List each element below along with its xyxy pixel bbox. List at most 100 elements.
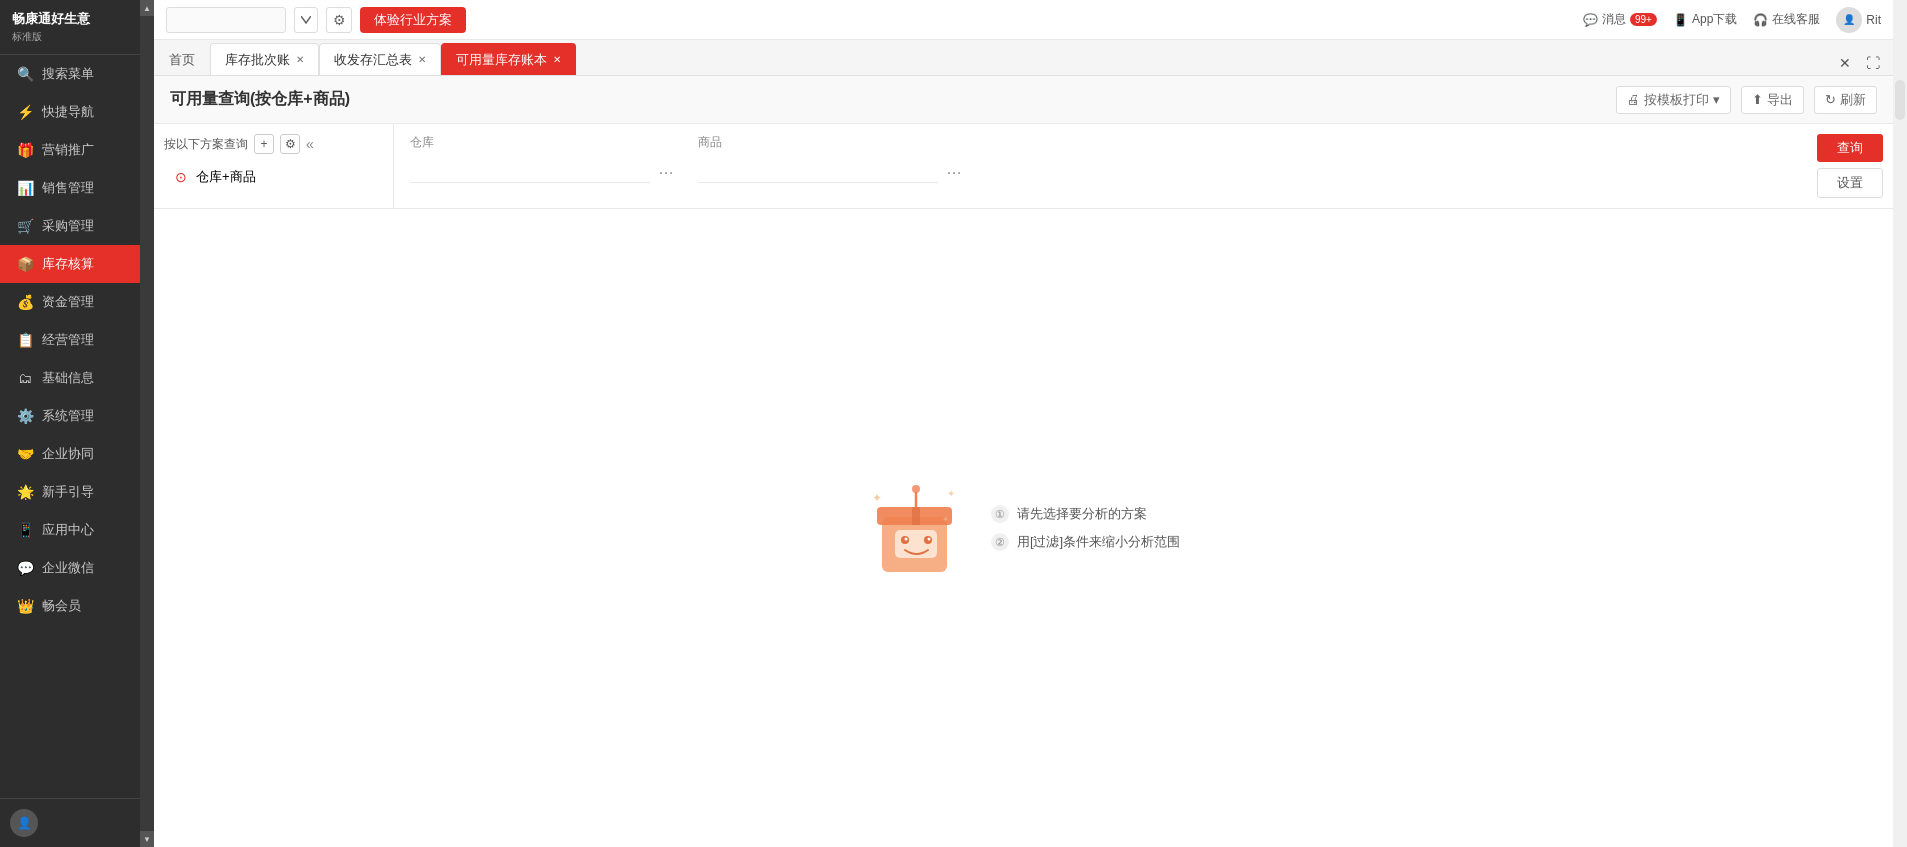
- goods-more-btn[interactable]: …: [942, 157, 966, 181]
- sidebar-item-operation[interactable]: 📋经营管理: [0, 321, 140, 359]
- sidebar-header: 畅康通好生意 标准版: [0, 0, 140, 55]
- query-btn[interactable]: 查询: [1817, 134, 1883, 162]
- goods-label: 商品: [698, 134, 966, 151]
- filter-setting-btn[interactable]: 设置: [1817, 168, 1883, 198]
- tab-close-batch-ledger[interactable]: ✕: [296, 54, 304, 65]
- sidebar-item-member[interactable]: 👑畅会员: [0, 587, 140, 625]
- sidebar-item-basic[interactable]: 🗂 基础信息: [0, 359, 140, 397]
- topbar-dropdown-btn[interactable]: [294, 7, 318, 33]
- page-content: 可用量查询(按仓库+商品) 🖨 按模板打印 ▾ ⬆ 导出 ↻ 刷新: [154, 76, 1893, 847]
- scheme-collapse-btn[interactable]: «: [306, 136, 314, 152]
- sidebar-scrollbar: ▲ ▼: [140, 0, 154, 847]
- scrollbar-thumb[interactable]: [1895, 80, 1905, 120]
- tab-batch-ledger[interactable]: 库存批次账 ✕: [210, 43, 319, 75]
- filter-field-warehouse: 仓库 …: [410, 134, 678, 183]
- notification-badge: 99+: [1630, 13, 1657, 26]
- tab-label-home: 首页: [169, 51, 195, 69]
- scheme-item-warehouse-goods[interactable]: ⊙ 仓库+商品: [164, 162, 383, 192]
- hint-num-2: ②: [991, 533, 1009, 551]
- sidebar-scroll-down[interactable]: ▼: [140, 831, 154, 847]
- search-icon: 🔍: [16, 65, 34, 83]
- topbar-app-download[interactable]: 📱 App下载: [1673, 11, 1737, 28]
- app-name: 畅康通好生意: [12, 10, 128, 28]
- sidebar-item-newbie[interactable]: 🌟新手引导: [0, 473, 140, 511]
- topbar-user-info[interactable]: 👤 Rit: [1836, 7, 1881, 33]
- scheme-settings-btn[interactable]: ⚙: [280, 134, 300, 154]
- user-avatar-small: 👤: [10, 809, 38, 837]
- sidebar-item-label: 基础信息: [42, 369, 94, 387]
- warehouse-input[interactable]: [410, 155, 650, 183]
- notification-icon: 💬: [1583, 13, 1598, 27]
- filter-fields: 仓库 … 商品 …: [394, 124, 1807, 208]
- purchase-icon: 🛒: [16, 217, 34, 235]
- export-btn[interactable]: ⬆ 导出: [1741, 86, 1804, 114]
- sidebar-item-search[interactable]: 🔍搜索菜单: [0, 55, 140, 93]
- warehouse-field-input: …: [410, 155, 678, 183]
- topbar-online-service[interactable]: 🎧 在线客服: [1753, 11, 1820, 28]
- sidebar-item-label: 快捷导航: [42, 103, 94, 121]
- tab-label-available-ledger: 可用量库存账本: [456, 51, 547, 69]
- tab-collect-ledger[interactable]: 收发存汇总表✕: [319, 43, 441, 75]
- sidebar-scroll-up[interactable]: ▲: [140, 0, 154, 16]
- page-title: 可用量查询(按仓库+商品): [170, 89, 1616, 110]
- service-label: 在线客服: [1772, 11, 1820, 28]
- sidebar-item-label: 企业协同: [42, 445, 94, 463]
- sidebar-item-label: 企业微信: [42, 559, 94, 577]
- user-avatar: 👤: [1836, 7, 1862, 33]
- topbar: ⚙ 体验行业方案 💬 消息 99+ 📱 App下载 🎧 在线客服 👤 Rit: [154, 0, 1893, 40]
- tab-home[interactable]: 首页: [154, 43, 210, 75]
- app-center-icon: 📱: [16, 521, 34, 539]
- empty-hint-item-2: ② 用[过滤]条件来缩小分析范围: [991, 533, 1180, 551]
- sidebar-item-purchase[interactable]: 🛒采购管理: [0, 207, 140, 245]
- sidebar-item-label: 系统管理: [42, 407, 94, 425]
- warehouse-more-btn[interactable]: …: [654, 157, 678, 181]
- tab-label-batch-ledger: 库存批次账: [225, 51, 290, 69]
- svg-point-9: [912, 485, 920, 493]
- sidebar-item-shortcut[interactable]: ⚡ 快捷导航: [0, 93, 140, 131]
- app-icon: 📱: [1673, 13, 1688, 27]
- scheme-add-btn[interactable]: +: [254, 134, 274, 154]
- filter-field-goods: 商品 …: [698, 134, 966, 183]
- sidebar-menu: 🔍搜索菜单 ⚡ 快捷导航 🎁营销推广📊销售管理🛒采购管理📦库存核算💰资金管理📋经营管理…: [0, 55, 140, 798]
- enterprise-icon: 🤝: [16, 445, 34, 463]
- svg-rect-2: [912, 507, 920, 525]
- sidebar-item-label: 经营管理: [42, 331, 94, 349]
- tab-available-ledger[interactable]: 可用量库存账本 ✕: [441, 43, 576, 75]
- sidebar-item-system[interactable]: ⚙️系统管理: [0, 397, 140, 435]
- filter-area: 按以下方案查询 + ⚙ « ⊙ 仓库+商品 仓库 …: [154, 124, 1893, 209]
- tab-close-available-ledger[interactable]: ✕: [553, 54, 561, 65]
- print-dropdown-icon: ▾: [1713, 92, 1720, 107]
- goods-input[interactable]: [698, 155, 938, 183]
- sidebar-item-label: 库存核算: [42, 255, 94, 273]
- shortcut-icon: ⚡: [16, 103, 34, 121]
- sidebar-item-sales[interactable]: 📊销售管理: [0, 169, 140, 207]
- tab-close-btn[interactable]: ✕: [1833, 51, 1857, 75]
- topbar-notification[interactable]: 💬 消息 99+: [1583, 11, 1657, 28]
- sidebar-item-finance[interactable]: 💰资金管理: [0, 283, 140, 321]
- sidebar-item-enterprise[interactable]: 🤝 企业协同: [0, 435, 140, 473]
- sidebar-item-app-center[interactable]: 📱 应用中心: [0, 511, 140, 549]
- sidebar-item-label: 应用中心: [42, 521, 94, 539]
- sidebar-item-inventory[interactable]: 📦库存核算: [0, 245, 140, 283]
- sidebar-item-label: 新手引导: [42, 483, 94, 501]
- scheme-item-icon: ⊙: [172, 168, 190, 186]
- refresh-label: 刷新: [1840, 91, 1866, 109]
- goods-field-input: …: [698, 155, 966, 183]
- refresh-btn[interactable]: ↻ 刷新: [1814, 86, 1877, 114]
- tab-expand-btn[interactable]: ⛶: [1861, 51, 1885, 75]
- print-btn[interactable]: 🖨 按模板打印 ▾: [1616, 86, 1731, 114]
- app-version: 标准版: [12, 30, 128, 44]
- app-download-label: App下载: [1692, 11, 1737, 28]
- tab-close-collect-ledger[interactable]: ✕: [418, 54, 426, 65]
- topbar-search-input[interactable]: [166, 7, 286, 33]
- topbar-trial-btn[interactable]: 体验行业方案: [360, 7, 466, 33]
- empty-hint: ① 请先选择要分析的方案 ② 用[过滤]条件来缩小分析范围: [991, 505, 1180, 551]
- topbar-settings-btn[interactable]: ⚙: [326, 7, 352, 33]
- hint-text-1: 请先选择要分析的方案: [1017, 505, 1147, 523]
- filter-scheme-header: 按以下方案查询 + ⚙ «: [164, 134, 383, 154]
- basic-icon: 🗂: [16, 369, 34, 387]
- sidebar-item-marketing[interactable]: 🎁营销推广: [0, 131, 140, 169]
- tabsbar: 首页库存批次账✕收发存汇总表✕可用量库存账本✕ ✕ ⛶: [154, 40, 1893, 76]
- sidebar-item-wechat[interactable]: 💬企业微信: [0, 549, 140, 587]
- filter-actions: 查询 设置: [1807, 124, 1893, 208]
